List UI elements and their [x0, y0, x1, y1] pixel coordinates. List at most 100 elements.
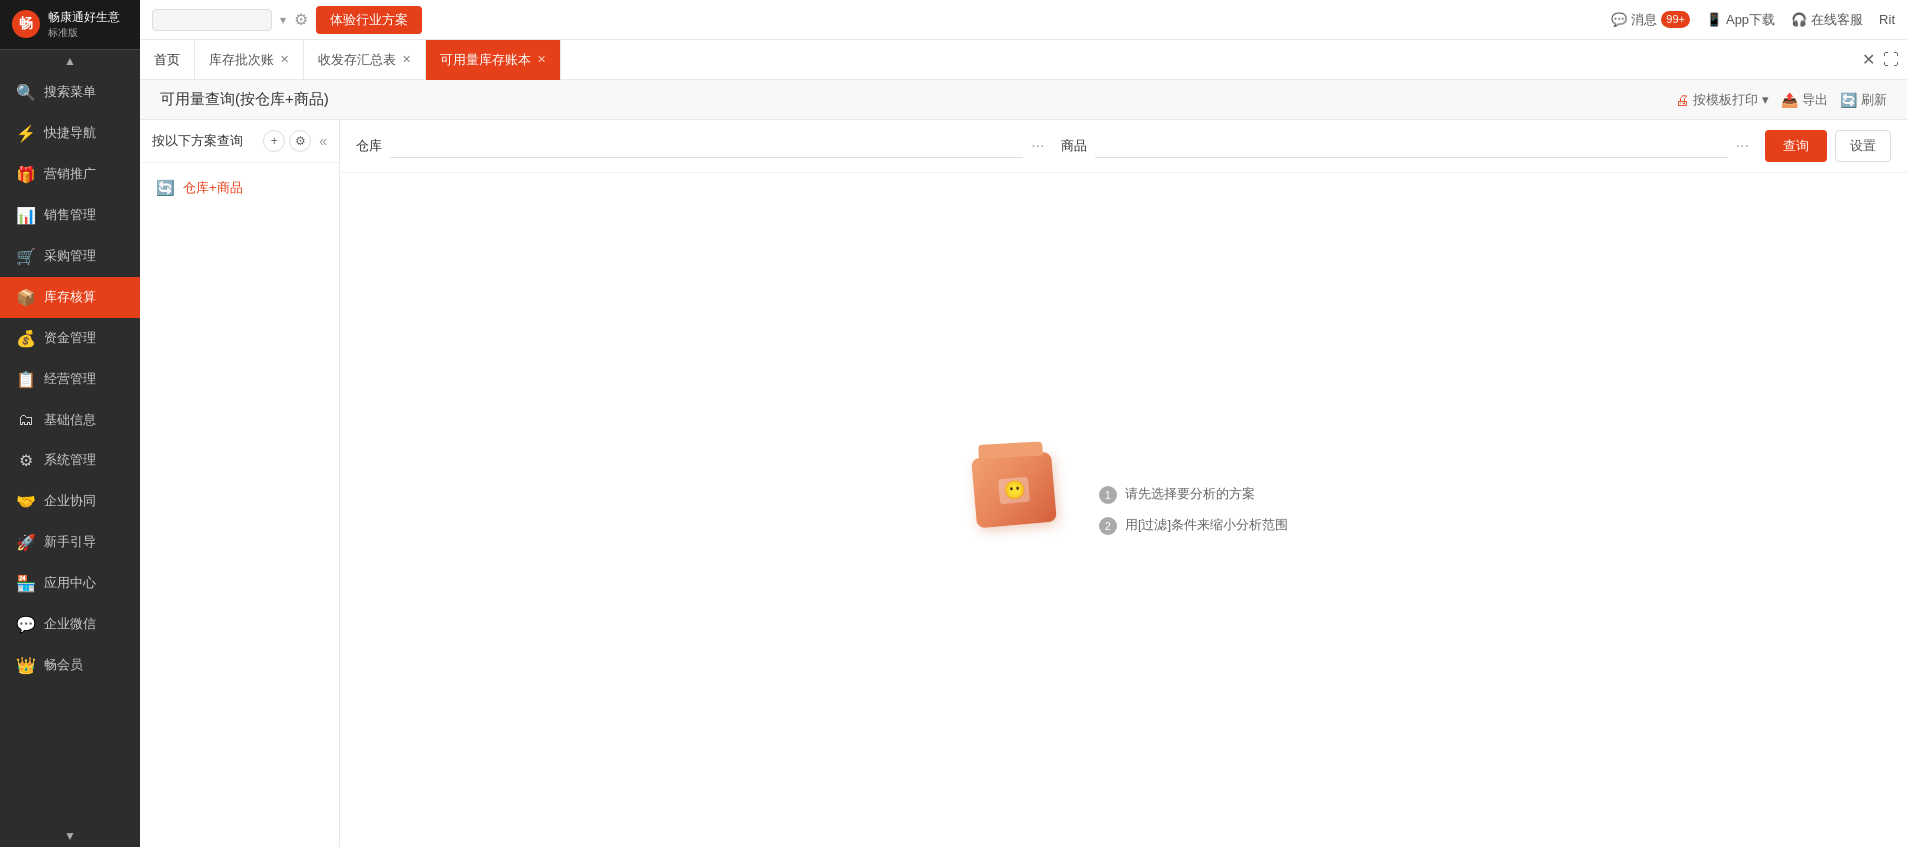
print-button[interactable]: 🖨 按模板打印 ▾	[1675, 91, 1769, 109]
search-input[interactable]	[152, 9, 272, 31]
message-button[interactable]: 💬 消息 99+	[1611, 11, 1690, 29]
sidebar-item-shortcut[interactable]: ⚡ 快捷导航	[0, 113, 140, 154]
topbar: ▾ ⚙ 体验行业方案 💬 消息 99+ 📱 App下载 🎧 在线客服 Rit	[140, 0, 1907, 40]
export-button[interactable]: 📤 导出	[1781, 91, 1828, 109]
filter-items: 🔄 仓库+商品	[140, 163, 339, 213]
money-icon: 💰	[16, 329, 36, 348]
shortcut-icon: ⚡	[16, 124, 36, 143]
goods-more-icon[interactable]: ···	[1736, 137, 1749, 155]
sidebar-item-basic[interactable]: 🗂 基础信息	[0, 400, 140, 440]
tab-available-close[interactable]: ✕	[537, 53, 546, 66]
page-actions: 🖨 按模板打印 ▾ 📤 导出 🔄 刷新	[1675, 91, 1887, 109]
tab-end-actions: ✕ ⛶	[1854, 50, 1907, 69]
app-download-button[interactable]: 📱 App下载	[1706, 11, 1775, 29]
empty-hint-2: 2 用[过滤]条件来缩小分析范围	[1099, 516, 1288, 535]
topbar-right: 💬 消息 99+ 📱 App下载 🎧 在线客服 Rit	[1611, 11, 1895, 29]
sidebar-item-label: 基础信息	[44, 411, 96, 429]
tab-summary-close[interactable]: ✕	[402, 53, 411, 66]
filter-collapse-button[interactable]: «	[319, 133, 327, 149]
hint-number-1: 1	[1099, 486, 1117, 504]
headset-icon: 🎧	[1791, 12, 1807, 27]
filter-panel: 按以下方案查询 + ⚙ « 🔄 仓库+商品	[140, 120, 340, 847]
sidebar-item-system[interactable]: ⚙ 系统管理	[0, 440, 140, 481]
sidebar-nav: 🔍 搜索菜单 ⚡ 快捷导航 🎁 营销推广 📊 销售管理 🛒 采购管理 📦 库存核…	[0, 72, 140, 825]
sidebar-item-inventory[interactable]: 📦 库存核算	[0, 277, 140, 318]
sidebar-item-purchase[interactable]: 🛒 采购管理	[0, 236, 140, 277]
tab-home[interactable]: 首页	[140, 40, 195, 80]
tab-summary[interactable]: 收发存汇总表 ✕	[304, 40, 426, 80]
handshake-icon: 🤝	[16, 492, 36, 511]
tab-available[interactable]: 可用量库存账本 ✕	[426, 40, 561, 80]
sidebar-item-label: 经营管理	[44, 370, 96, 388]
tab-expand-button[interactable]: ⛶	[1883, 51, 1899, 69]
sidebar-item-newbie[interactable]: 🚀 新手引导	[0, 522, 140, 563]
filter-add-button[interactable]: +	[263, 130, 285, 152]
sidebar-item-enterprise[interactable]: 🤝 企业协同	[0, 481, 140, 522]
sidebar-item-apps[interactable]: 🏪 应用中心	[0, 563, 140, 604]
main-content: ▾ ⚙ 体验行业方案 💬 消息 99+ 📱 App下载 🎧 在线客服 Rit	[140, 0, 1907, 847]
filter-item-warehouse-goods[interactable]: 🔄 仓库+商品	[140, 171, 339, 205]
settings-icon[interactable]: ⚙	[294, 10, 308, 29]
sidebar-item-label: 系统管理	[44, 451, 96, 469]
sidebar: 畅 畅康通好生意 标准版 ▲ 🔍 搜索菜单 ⚡ 快捷导航 🎁 营销推广 📊 销售…	[0, 0, 140, 847]
content-area: 按以下方案查询 + ⚙ « 🔄 仓库+商品 仓库	[140, 120, 1907, 847]
tab-close-button[interactable]: ✕	[1862, 50, 1875, 69]
query-bar: 仓库 ··· 商品 ··· 查询 设置	[340, 120, 1907, 173]
warehouse-field: 仓库 ···	[356, 134, 1045, 158]
sidebar-item-sales[interactable]: 📊 销售管理	[0, 195, 140, 236]
warehouse-input[interactable]	[390, 134, 1023, 158]
export-icon: 📤	[1781, 92, 1798, 108]
tab-batch[interactable]: 库存批次账 ✕	[195, 40, 304, 80]
filter-icons: + ⚙	[263, 130, 311, 152]
app-name: 畅康通好生意 标准版	[48, 10, 120, 39]
filter-settings-button[interactable]: ⚙	[289, 130, 311, 152]
refresh-button[interactable]: 🔄 刷新	[1840, 91, 1887, 109]
sidebar-item-label: 营销推广	[44, 165, 96, 183]
filter-item-icon: 🔄	[156, 179, 175, 197]
filter-header: 按以下方案查询 + ⚙ «	[140, 120, 339, 163]
filter-item-label: 仓库+商品	[183, 179, 243, 197]
sidebar-item-label: 企业微信	[44, 615, 96, 633]
online-service-button[interactable]: 🎧 在线客服	[1791, 11, 1863, 29]
crown-icon: 👑	[16, 656, 36, 675]
sidebar-item-label: 应用中心	[44, 574, 96, 592]
experience-button[interactable]: 体验行业方案	[316, 6, 422, 34]
dropdown-icon[interactable]: ▾	[280, 13, 286, 27]
sidebar-item-weixin[interactable]: 💬 企业微信	[0, 604, 140, 645]
warehouse-label: 仓库	[356, 137, 382, 155]
sidebar-item-marketing[interactable]: 🎁 营销推广	[0, 154, 140, 195]
search-button[interactable]: 查询	[1765, 130, 1827, 162]
store-icon: 🏪	[16, 574, 36, 593]
sidebar-item-label: 资金管理	[44, 329, 96, 347]
mobile-icon: 📱	[1706, 12, 1722, 27]
setting-button[interactable]: 设置	[1835, 130, 1891, 162]
warehouse-more-icon[interactable]: ···	[1031, 137, 1044, 155]
user-menu[interactable]: Rit	[1879, 12, 1895, 27]
cart-icon: 🛒	[16, 247, 36, 266]
search-icon: 🔍	[16, 83, 36, 102]
sidebar-scroll-up[interactable]: ▲	[0, 50, 140, 72]
sidebar-scroll-down[interactable]: ▼	[0, 825, 140, 847]
print-icon: 🖨	[1675, 92, 1689, 108]
sidebar-item-label: 畅会员	[44, 656, 83, 674]
tab-home-label: 首页	[154, 51, 180, 69]
empty-illustration: 😶	[959, 455, 1069, 565]
sidebar-item-operation[interactable]: 📋 经营管理	[0, 359, 140, 400]
tab-batch-close[interactable]: ✕	[280, 53, 289, 66]
empty-hint-1: 1 请先选择要分析的方案	[1099, 485, 1288, 504]
message-icon: 💬	[1611, 12, 1627, 27]
empty-text: 1 请先选择要分析的方案 2 用[过滤]条件来缩小分析范围	[1099, 485, 1288, 535]
sidebar-item-label: 销售管理	[44, 206, 96, 224]
goods-input[interactable]	[1095, 134, 1728, 158]
page-title: 可用量查询(按仓库+商品)	[160, 90, 329, 109]
chart-icon: 📊	[16, 206, 36, 225]
print-dropdown-icon[interactable]: ▾	[1762, 92, 1769, 107]
page-header: 可用量查询(按仓库+商品) 🖨 按模板打印 ▾ 📤 导出 🔄 刷新	[140, 80, 1907, 120]
empty-box: 😶	[971, 452, 1057, 529]
sidebar-item-member[interactable]: 👑 畅会员	[0, 645, 140, 686]
sidebar-item-search[interactable]: 🔍 搜索菜单	[0, 72, 140, 113]
sidebar-item-label: 快捷导航	[44, 124, 96, 142]
gear-icon: ⚙	[16, 451, 36, 470]
sidebar-item-finance[interactable]: 💰 资金管理	[0, 318, 140, 359]
rocket-icon: 🚀	[16, 533, 36, 552]
